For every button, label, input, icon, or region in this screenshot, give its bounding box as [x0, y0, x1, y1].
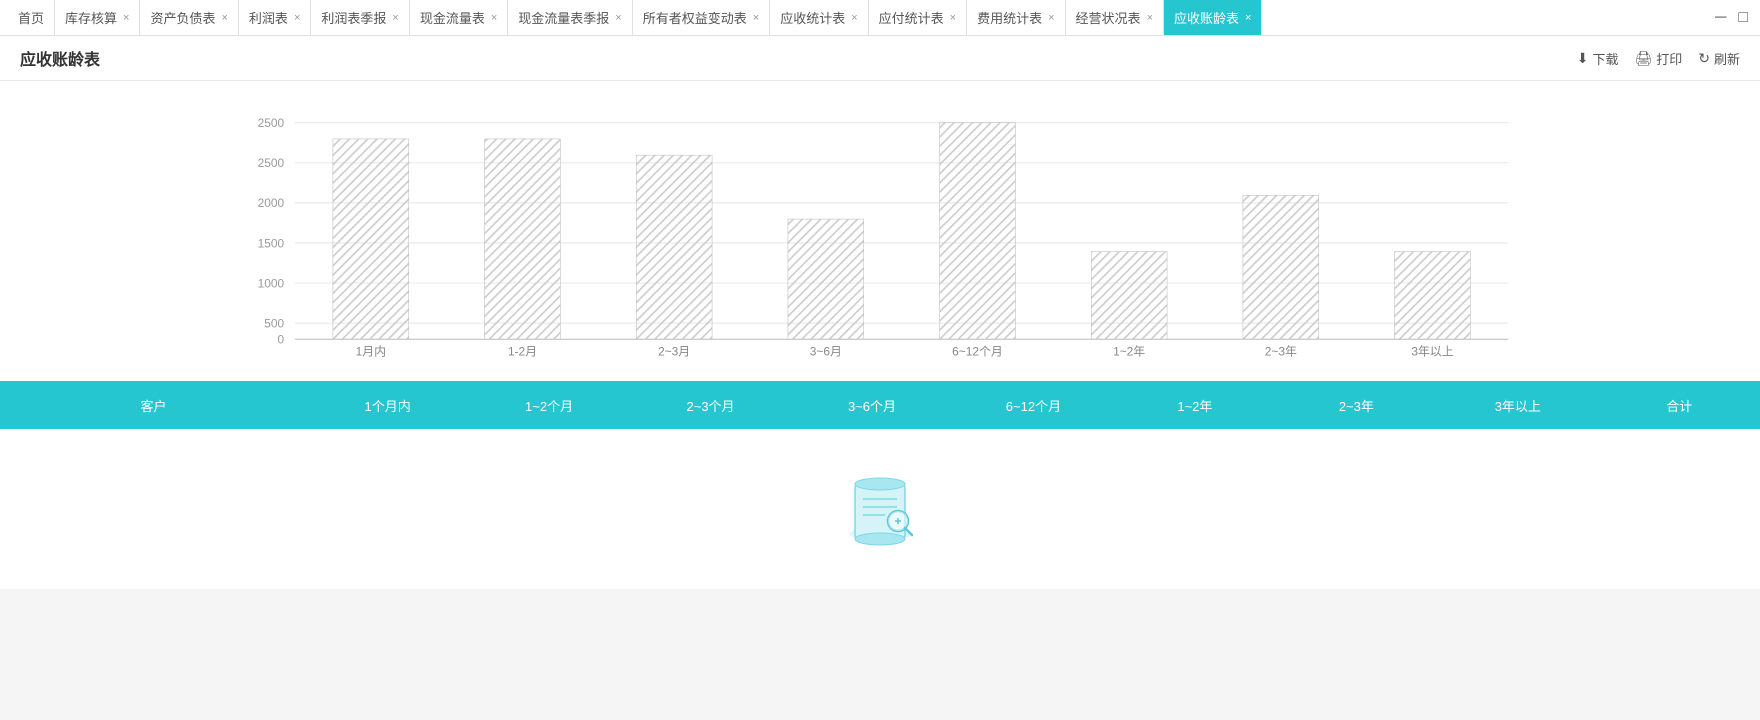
tab-cashflow[interactable]: 现金流量表 ×: [410, 0, 508, 36]
th-3yearplus: 3年以上: [1437, 396, 1598, 415]
empty-illustration: [830, 469, 930, 549]
bar-chart: 0 500 1000 1500 2000 2500 2500 1月内 1-2月 …: [40, 101, 1720, 361]
main-content: 0 500 1000 1500 2000 2500 2500 1月内 1-2月 …: [0, 81, 1760, 589]
bar-2-3月: [636, 155, 712, 339]
print-icon: 🖨: [1634, 50, 1652, 67]
close-icon[interactable]: ×: [1048, 12, 1054, 24]
th-2-3month: 2~3个月: [630, 396, 791, 415]
svg-text:6~12个月: 6~12个月: [952, 345, 1003, 359]
svg-text:1-2月: 1-2月: [508, 345, 537, 359]
th-2-3year: 2~3年: [1276, 396, 1437, 415]
th-customer: 客户: [0, 396, 307, 415]
svg-text:3~6月: 3~6月: [810, 345, 842, 359]
close-icon[interactable]: ×: [491, 12, 497, 24]
th-1-2month: 1~2个月: [468, 396, 629, 415]
close-icon[interactable]: ×: [221, 12, 227, 24]
th-3-6month: 3~6个月: [791, 396, 952, 415]
bar-3年以上: [1395, 252, 1471, 340]
close-icon[interactable]: ×: [950, 12, 956, 24]
svg-text:1000: 1000: [258, 276, 285, 290]
tab-expense-stats[interactable]: 费用统计表 ×: [967, 0, 1065, 36]
tab-operation[interactable]: 经营状况表 ×: [1066, 0, 1164, 36]
page-title: 应收账龄表: [20, 46, 100, 70]
tab-bar: 首页 库存核算 × 资产负债表 × 利润表 × 利润表季报 × 现金流量表 × …: [0, 0, 1760, 36]
bar-1月内: [333, 139, 409, 339]
svg-text:2500: 2500: [258, 156, 285, 170]
close-icon[interactable]: ×: [1147, 12, 1153, 24]
tab-ap-stats[interactable]: 应付统计表 ×: [869, 0, 967, 36]
tab-inventory[interactable]: 库存核算 ×: [55, 0, 140, 36]
tab-home[interactable]: 首页: [8, 0, 55, 36]
close-icon[interactable]: ×: [123, 12, 129, 24]
refresh-button[interactable]: ↻ 刷新: [1698, 49, 1740, 68]
svg-text:1月内: 1月内: [356, 345, 386, 359]
tab-balance[interactable]: 资产负债表 ×: [140, 0, 238, 36]
svg-text:0: 0: [278, 333, 285, 347]
svg-text:2500: 2500: [258, 116, 285, 130]
tab-profit-quarterly[interactable]: 利润表季报 ×: [311, 0, 409, 36]
close-icon[interactable]: ×: [753, 12, 759, 24]
chart-area: 0 500 1000 1500 2000 2500 2500 1月内 1-2月 …: [0, 81, 1760, 381]
svg-text:1~2年: 1~2年: [1113, 345, 1145, 359]
tab-bar-actions: ─ □: [1703, 5, 1752, 31]
tab-equity[interactable]: 所有者权益变动表 ×: [633, 0, 770, 36]
tab-ar-aging[interactable]: 应收账龄表 ×: [1164, 0, 1262, 36]
tab-cashflow-quarterly[interactable]: 现金流量表季报 ×: [508, 0, 632, 36]
th-1month: 1个月内: [307, 396, 468, 415]
bar-1-2年: [1091, 252, 1167, 340]
tab-ar-stats[interactable]: 应收统计表 ×: [770, 0, 868, 36]
svg-text:500: 500: [264, 316, 284, 330]
empty-state: [0, 429, 1760, 589]
svg-text:2000: 2000: [258, 196, 285, 210]
bar-2-3年: [1243, 195, 1319, 339]
th-1-2year: 1~2年: [1114, 396, 1275, 415]
minimize-button[interactable]: ─: [1711, 5, 1730, 31]
close-icon[interactable]: ×: [294, 12, 300, 24]
svg-text:2~3年: 2~3年: [1265, 345, 1297, 359]
svg-text:3年以上: 3年以上: [1411, 345, 1453, 359]
tab-profit[interactable]: 利润表 ×: [239, 0, 311, 36]
bar-1-2月: [485, 139, 561, 339]
page-header: 应收账龄表 ⬇ 下载 🖨 打印 ↻ 刷新: [0, 36, 1760, 81]
bar-6-12月: [940, 123, 1016, 340]
print-button[interactable]: 🖨 打印: [1634, 49, 1682, 68]
svg-text:1500: 1500: [258, 236, 285, 250]
close-icon[interactable]: ×: [1245, 12, 1251, 24]
download-icon: ⬇: [1577, 50, 1589, 67]
page-actions: ⬇ 下载 🖨 打印 ↻ 刷新: [1577, 49, 1740, 68]
close-icon[interactable]: ×: [615, 12, 621, 24]
refresh-icon: ↻: [1698, 50, 1710, 67]
close-icon[interactable]: ×: [851, 12, 857, 24]
svg-text:2~3月: 2~3月: [658, 345, 690, 359]
th-total: 合计: [1599, 396, 1760, 415]
th-6-12month: 6~12个月: [953, 396, 1114, 415]
close-icon[interactable]: ×: [392, 12, 398, 24]
download-button[interactable]: ⬇ 下载: [1577, 49, 1619, 68]
maximize-button[interactable]: □: [1734, 5, 1752, 31]
bar-3-6月: [788, 219, 864, 339]
table-header: 客户 1个月内 1~2个月 2~3个月 3~6个月 6~12个月 1~2年 2~…: [0, 381, 1760, 429]
